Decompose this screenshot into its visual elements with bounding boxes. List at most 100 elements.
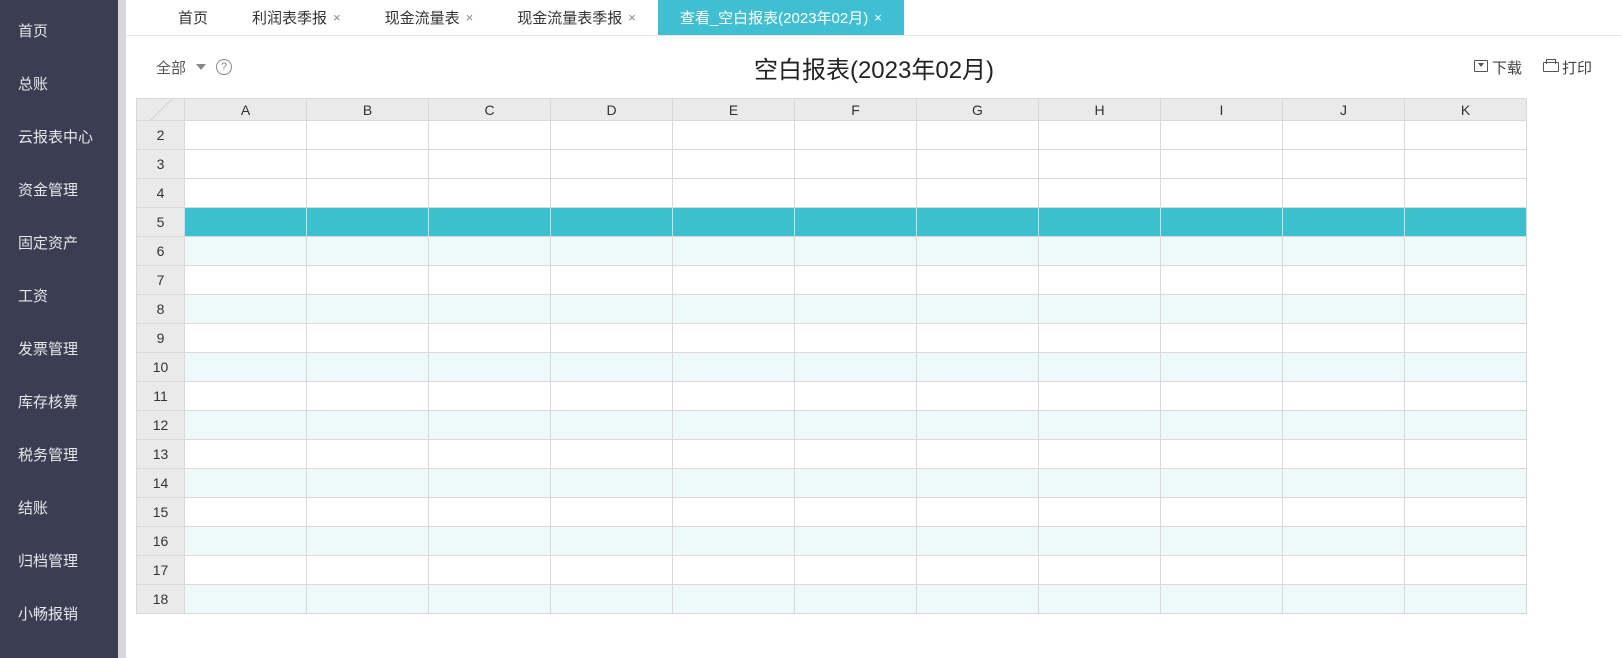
cell-I7[interactable]: [1161, 266, 1283, 295]
column-header-H[interactable]: H: [1039, 99, 1161, 121]
cell-G2[interactable]: [917, 121, 1039, 150]
cell-A15[interactable]: [185, 498, 307, 527]
sheet-corner[interactable]: [137, 99, 185, 121]
cell-C4[interactable]: [429, 179, 551, 208]
close-icon[interactable]: ×: [466, 10, 474, 25]
cell-E13[interactable]: [673, 440, 795, 469]
cell-D17[interactable]: [551, 556, 673, 585]
cell-J12[interactable]: [1283, 411, 1405, 440]
cell-H7[interactable]: [1039, 266, 1161, 295]
cell-D16[interactable]: [551, 527, 673, 556]
cell-D5[interactable]: [551, 208, 673, 237]
tab-4[interactable]: 查看_空白报表(2023年02月)×: [658, 0, 904, 35]
cell-F2[interactable]: [795, 121, 917, 150]
cell-F3[interactable]: [795, 150, 917, 179]
cell-A4[interactable]: [185, 179, 307, 208]
sidebar-item-0[interactable]: 首页: [0, 4, 126, 57]
cell-B8[interactable]: [307, 295, 429, 324]
cell-E7[interactable]: [673, 266, 795, 295]
cell-F9[interactable]: [795, 324, 917, 353]
cell-H10[interactable]: [1039, 353, 1161, 382]
cell-E6[interactable]: [673, 237, 795, 266]
help-icon[interactable]: ?: [216, 59, 232, 75]
cell-K18[interactable]: [1405, 585, 1527, 614]
cell-F4[interactable]: [795, 179, 917, 208]
cell-K7[interactable]: [1405, 266, 1527, 295]
sidebar-item-8[interactable]: 税务管理: [0, 428, 126, 481]
cell-J13[interactable]: [1283, 440, 1405, 469]
cell-C5[interactable]: [429, 208, 551, 237]
sidebar-item-10[interactable]: 归档管理: [0, 534, 126, 587]
cell-J17[interactable]: [1283, 556, 1405, 585]
cell-K13[interactable]: [1405, 440, 1527, 469]
cell-A13[interactable]: [185, 440, 307, 469]
cell-G16[interactable]: [917, 527, 1039, 556]
cell-J7[interactable]: [1283, 266, 1405, 295]
row-header-6[interactable]: 6: [137, 237, 185, 266]
column-header-C[interactable]: C: [429, 99, 551, 121]
cell-D2[interactable]: [551, 121, 673, 150]
cell-D7[interactable]: [551, 266, 673, 295]
row-header-9[interactable]: 9: [137, 324, 185, 353]
cell-D15[interactable]: [551, 498, 673, 527]
cell-H3[interactable]: [1039, 150, 1161, 179]
close-icon[interactable]: ×: [628, 10, 636, 25]
column-header-F[interactable]: F: [795, 99, 917, 121]
cell-A10[interactable]: [185, 353, 307, 382]
cell-I10[interactable]: [1161, 353, 1283, 382]
sidebar-item-9[interactable]: 结账: [0, 481, 126, 534]
cell-J14[interactable]: [1283, 469, 1405, 498]
row-header-18[interactable]: 18: [137, 585, 185, 614]
cell-H18[interactable]: [1039, 585, 1161, 614]
tab-1[interactable]: 利润表季报×: [230, 0, 363, 35]
column-header-B[interactable]: B: [307, 99, 429, 121]
row-header-13[interactable]: 13: [137, 440, 185, 469]
cell-F15[interactable]: [795, 498, 917, 527]
row-header-15[interactable]: 15: [137, 498, 185, 527]
cell-H12[interactable]: [1039, 411, 1161, 440]
cell-K3[interactable]: [1405, 150, 1527, 179]
cell-G4[interactable]: [917, 179, 1039, 208]
column-header-J[interactable]: J: [1283, 99, 1405, 121]
cell-E16[interactable]: [673, 527, 795, 556]
cell-D12[interactable]: [551, 411, 673, 440]
cell-J15[interactable]: [1283, 498, 1405, 527]
cell-A5[interactable]: [185, 208, 307, 237]
cell-E12[interactable]: [673, 411, 795, 440]
cell-D4[interactable]: [551, 179, 673, 208]
cell-F13[interactable]: [795, 440, 917, 469]
cell-A16[interactable]: [185, 527, 307, 556]
cell-B6[interactable]: [307, 237, 429, 266]
column-header-E[interactable]: E: [673, 99, 795, 121]
cell-B4[interactable]: [307, 179, 429, 208]
cell-H13[interactable]: [1039, 440, 1161, 469]
cell-E10[interactable]: [673, 353, 795, 382]
cell-E15[interactable]: [673, 498, 795, 527]
cell-C8[interactable]: [429, 295, 551, 324]
cell-K11[interactable]: [1405, 382, 1527, 411]
cell-F10[interactable]: [795, 353, 917, 382]
sidebar-item-6[interactable]: 发票管理: [0, 322, 126, 375]
cell-I18[interactable]: [1161, 585, 1283, 614]
row-header-3[interactable]: 3: [137, 150, 185, 179]
sidebar-item-1[interactable]: 总账: [0, 57, 126, 110]
sidebar-item-3[interactable]: 资金管理: [0, 163, 126, 216]
cell-B13[interactable]: [307, 440, 429, 469]
cell-B3[interactable]: [307, 150, 429, 179]
cell-A17[interactable]: [185, 556, 307, 585]
cell-F18[interactable]: [795, 585, 917, 614]
sidebar-item-4[interactable]: 固定资产: [0, 216, 126, 269]
cell-D10[interactable]: [551, 353, 673, 382]
cell-H11[interactable]: [1039, 382, 1161, 411]
cell-J2[interactable]: [1283, 121, 1405, 150]
row-header-4[interactable]: 4: [137, 179, 185, 208]
cell-A14[interactable]: [185, 469, 307, 498]
cell-J18[interactable]: [1283, 585, 1405, 614]
cell-H9[interactable]: [1039, 324, 1161, 353]
cell-F8[interactable]: [795, 295, 917, 324]
cell-I14[interactable]: [1161, 469, 1283, 498]
cell-I5[interactable]: [1161, 208, 1283, 237]
cell-K15[interactable]: [1405, 498, 1527, 527]
cell-B9[interactable]: [307, 324, 429, 353]
row-header-8[interactable]: 8: [137, 295, 185, 324]
